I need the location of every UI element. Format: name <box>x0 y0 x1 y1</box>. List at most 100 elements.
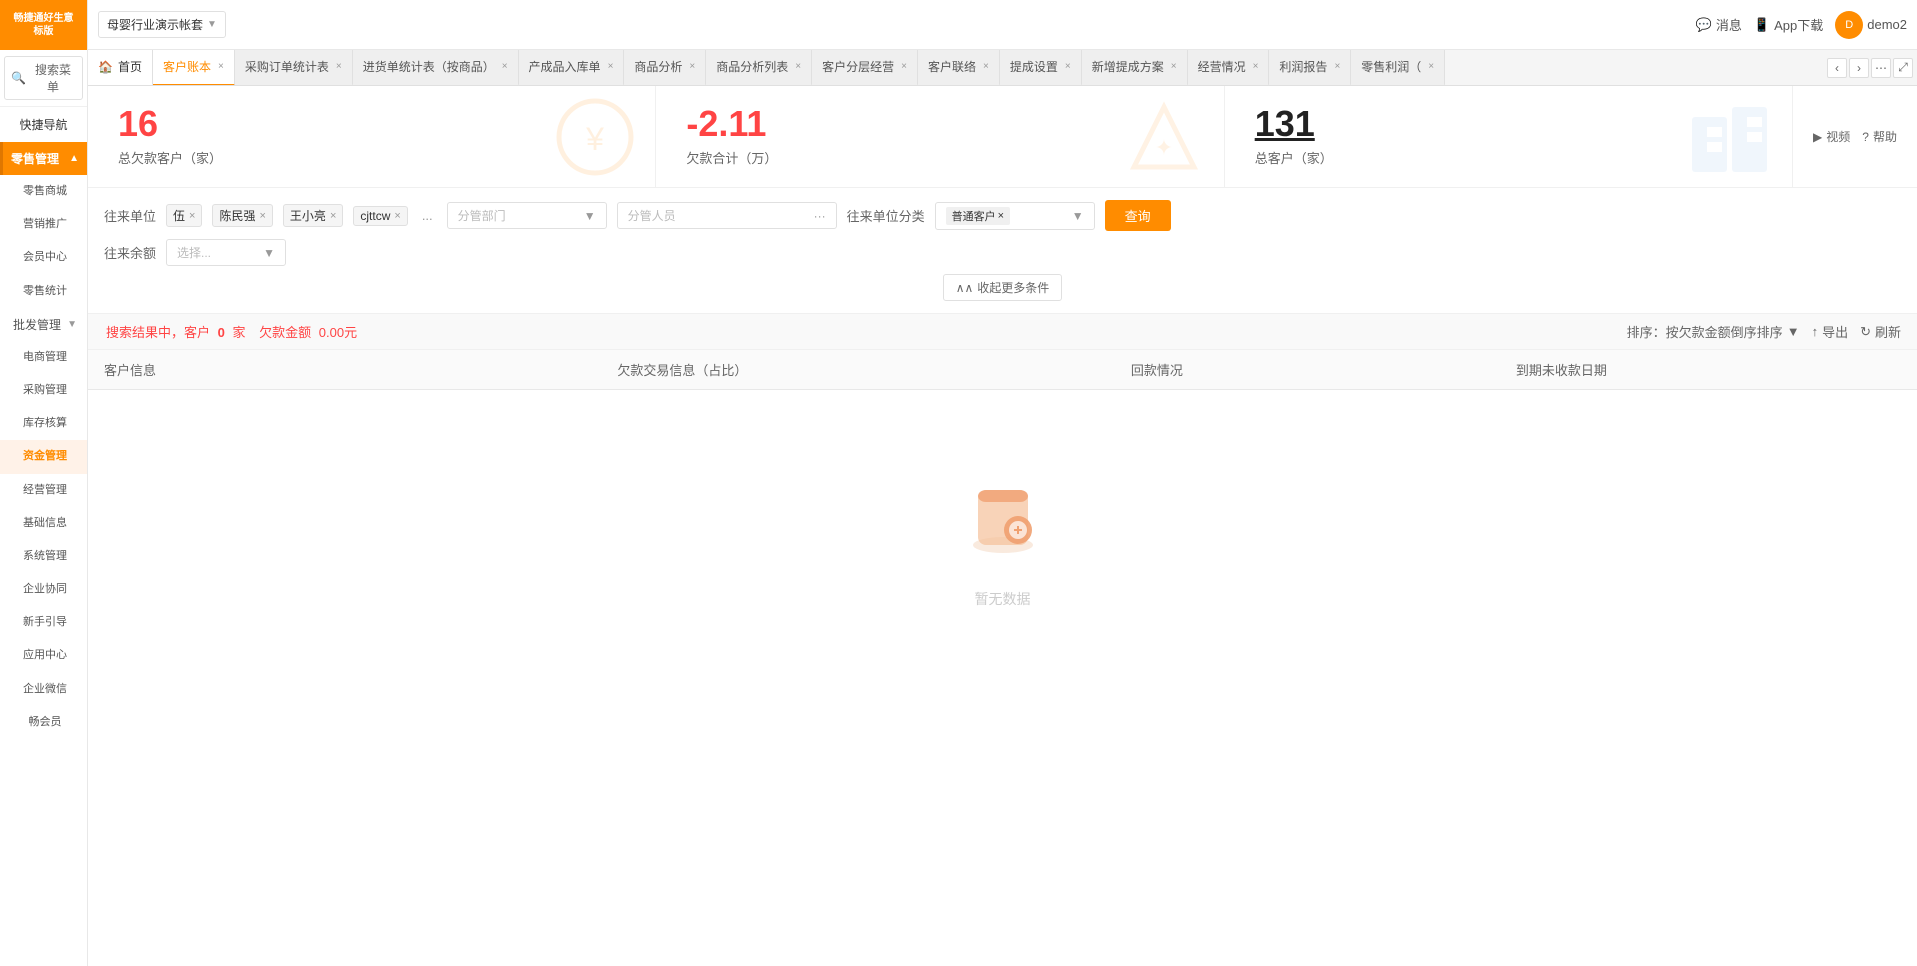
unit-class-tag-close[interactable]: × <box>998 210 1004 222</box>
tab-customer-segment-close[interactable]: × <box>901 61 907 72</box>
dept-filter[interactable]: 分管部门 ▼ <box>447 202 607 229</box>
sidebar-item-inventory[interactable]: 库存核算 <box>0 407 87 440</box>
tab-customer-contact-close[interactable]: × <box>983 61 989 72</box>
sidebar-item-purchase[interactable]: 采购管理 <box>0 374 87 407</box>
sidebar-item-retail-mall[interactable]: 零售商城 <box>0 175 87 208</box>
search-icon: 🔍 <box>11 71 26 85</box>
refresh-icon: ↻ <box>1860 324 1871 340</box>
tab-purchase-orders-label: 采购订单统计表 <box>245 58 329 75</box>
sidebar-item-basics[interactable]: 基础信息 <box>0 507 87 540</box>
tab-goods-analysis-close[interactable]: × <box>689 61 695 72</box>
tab-retail-profit-close[interactable]: × <box>1428 61 1434 72</box>
message-button[interactable]: 💬 消息 <box>1696 15 1742 34</box>
tab-prev-button[interactable]: ‹ <box>1827 58 1847 78</box>
sidebar-item-wholesale[interactable]: 批发管理 ▼ <box>0 308 87 341</box>
tab-customer-contact[interactable]: 客户联络 × <box>918 50 1000 86</box>
tab-new-improve[interactable]: 新增提成方案 × <box>1082 50 1188 86</box>
search-button[interactable]: 查询 <box>1105 200 1171 231</box>
export-button[interactable]: ↑ 导出 <box>1812 322 1849 341</box>
tab-profit-report-close[interactable]: × <box>1334 61 1340 72</box>
debt-value: 0.00元 <box>319 325 357 340</box>
tab-operations-close[interactable]: × <box>1253 61 1259 72</box>
sort-select[interactable]: 排序：按欠款金额倒序排序 ▼ <box>1627 322 1800 341</box>
tab-purchase-stats[interactable]: 进货单统计表（按商品） × <box>353 50 519 86</box>
export-icon: ↑ <box>1812 324 1819 339</box>
collapse-button[interactable]: ∧∧ 收起更多条件 <box>943 274 1063 301</box>
topbar: 母婴行业演示帐套 ▼ 💬 消息 📱 App下载 D demo2 <box>88 0 1917 50</box>
sidebar: 畅捷通好生意 标版 🔍 搜索菜单 快捷导航 零售管理 ▲ 零售商城 营销推广 会… <box>0 0 88 966</box>
stat-debt-icon: ✦ <box>1124 97 1204 177</box>
result-bar: 搜索结果中，客户 0 家 欠款金额 0.00元 排序：按欠款金额倒序排序 ▼ ↑… <box>88 314 1917 350</box>
unit-class-tag: 普通客户 × <box>946 207 1010 225</box>
table-col-repayment: 回款情况 <box>1131 360 1516 379</box>
sidebar-item-enterprise[interactable]: 企业协同 <box>0 573 87 606</box>
tab-profit-report-label: 利润报告 <box>1279 58 1327 75</box>
filter-tag-cjttcw: cjttcw × <box>353 206 407 226</box>
tab-purchase-stats-label: 进货单统计表（按商品） <box>363 58 495 75</box>
sidebar-item-ecommerce[interactable]: 电商管理 <box>0 341 87 374</box>
sidebar-item-members[interactable]: 会员中心 <box>0 241 87 274</box>
tab-goods-analysis-list-label: 商品分析列表 <box>716 58 788 75</box>
tag-cjttcw-close[interactable]: × <box>394 210 400 222</box>
tab-operations[interactable]: 经营情况 × <box>1188 50 1270 86</box>
user-menu[interactable]: D demo2 <box>1835 11 1907 39</box>
sidebar-item-vip[interactable]: 畅会员 <box>0 706 87 739</box>
tag-chen-close[interactable]: × <box>259 210 265 222</box>
sidebar-item-finance[interactable]: 资金管理 <box>0 440 87 473</box>
empty-icon <box>953 470 1053 573</box>
tag-wang-close[interactable]: × <box>330 210 336 222</box>
video-help-area: ▶ 视频 ? 帮助 <box>1793 86 1917 187</box>
filter-more-button[interactable]: ... <box>418 206 437 225</box>
tab-customer-segment-label: 客户分层经营 <box>822 58 894 75</box>
tab-production-close[interactable]: × <box>608 61 614 72</box>
tab-purchase-stats-close[interactable]: × <box>502 61 508 72</box>
tab-goods-analysis-list-close[interactable]: × <box>795 61 801 72</box>
tab-customer-segment[interactable]: 客户分层经营 × <box>812 50 918 86</box>
logo-line1: 畅捷通好生意 <box>14 12 74 25</box>
sidebar-item-app-center[interactable]: 应用中心 <box>0 639 87 672</box>
tab-menu-button[interactable]: ⋯ <box>1871 58 1891 78</box>
video-button[interactable]: ▶ 视频 <box>1813 128 1850 145</box>
question-icon: ? <box>1862 130 1869 144</box>
tab-new-improve-close[interactable]: × <box>1171 61 1177 72</box>
quick-nav-button[interactable]: 快捷导航 <box>4 111 83 138</box>
tab-goods-analysis-list[interactable]: 商品分析列表 × <box>706 50 812 86</box>
retail-expand-icon: ▲ <box>69 153 79 164</box>
search-menu-button[interactable]: 🔍 搜索菜单 <box>4 56 83 100</box>
tab-retail-profit[interactable]: 零售利润（ × <box>1351 50 1445 86</box>
tag-wu-close[interactable]: × <box>189 210 195 222</box>
unit-filter-label: 往来单位 <box>104 206 156 225</box>
sidebar-item-operations[interactable]: 经营管理 <box>0 474 87 507</box>
tab-accounts-close[interactable]: × <box>218 61 224 72</box>
tab-purchase-orders[interactable]: 采购订单统计表 × <box>235 50 353 86</box>
help-button[interactable]: ? 帮助 <box>1862 128 1897 145</box>
tab-accounts-label: 客户账本 <box>163 58 211 75</box>
account-selector[interactable]: 母婴行业演示帐套 ▼ <box>98 11 226 38</box>
tab-improve-settings[interactable]: 提成设置 × <box>1000 50 1082 86</box>
tab-fullscreen-button[interactable]: ⤢ <box>1893 58 1913 78</box>
tab-purchase-orders-close[interactable]: × <box>336 61 342 72</box>
tab-production[interactable]: 产成品入库单 × <box>519 50 625 86</box>
sidebar-item-marketing[interactable]: 营销推广 <box>0 208 87 241</box>
stat-customers-icon: ¥ <box>555 97 635 177</box>
sidebar-item-retail[interactable]: 零售管理 ▲ <box>0 142 87 175</box>
tab-customer-contact-label: 客户联络 <box>928 58 976 75</box>
sidebar-item-retail-stats[interactable]: 零售统计 <box>0 275 87 308</box>
tab-improve-settings-close[interactable]: × <box>1065 61 1071 72</box>
tab-next-button[interactable]: › <box>1849 58 1869 78</box>
tab-home[interactable]: 🏠 首页 <box>88 50 153 86</box>
phone-icon: 📱 <box>1754 17 1770 33</box>
sidebar-item-system[interactable]: 系统管理 <box>0 540 87 573</box>
tab-goods-analysis[interactable]: 商品分析 × <box>624 50 706 86</box>
stat-customers-value: 16 <box>118 106 158 142</box>
refresh-button[interactable]: ↻ 刷新 <box>1860 322 1901 341</box>
tab-profit-report[interactable]: 利润报告 × <box>1269 50 1351 86</box>
balance-filter[interactable]: 选择... ▼ <box>166 239 286 266</box>
person-filter[interactable]: 分管人员 ··· <box>617 202 837 229</box>
tab-accounts[interactable]: 客户账本 × <box>153 50 235 86</box>
sidebar-item-newbie[interactable]: 新手引导 <box>0 606 87 639</box>
app-download-button[interactable]: 📱 App下载 <box>1754 15 1823 34</box>
sidebar-item-wechat[interactable]: 企业微信 <box>0 673 87 706</box>
stat-total-customers-label: 总客户（家） <box>1255 148 1333 167</box>
unit-class-filter[interactable]: 普通客户 × ▼ <box>935 202 1095 230</box>
